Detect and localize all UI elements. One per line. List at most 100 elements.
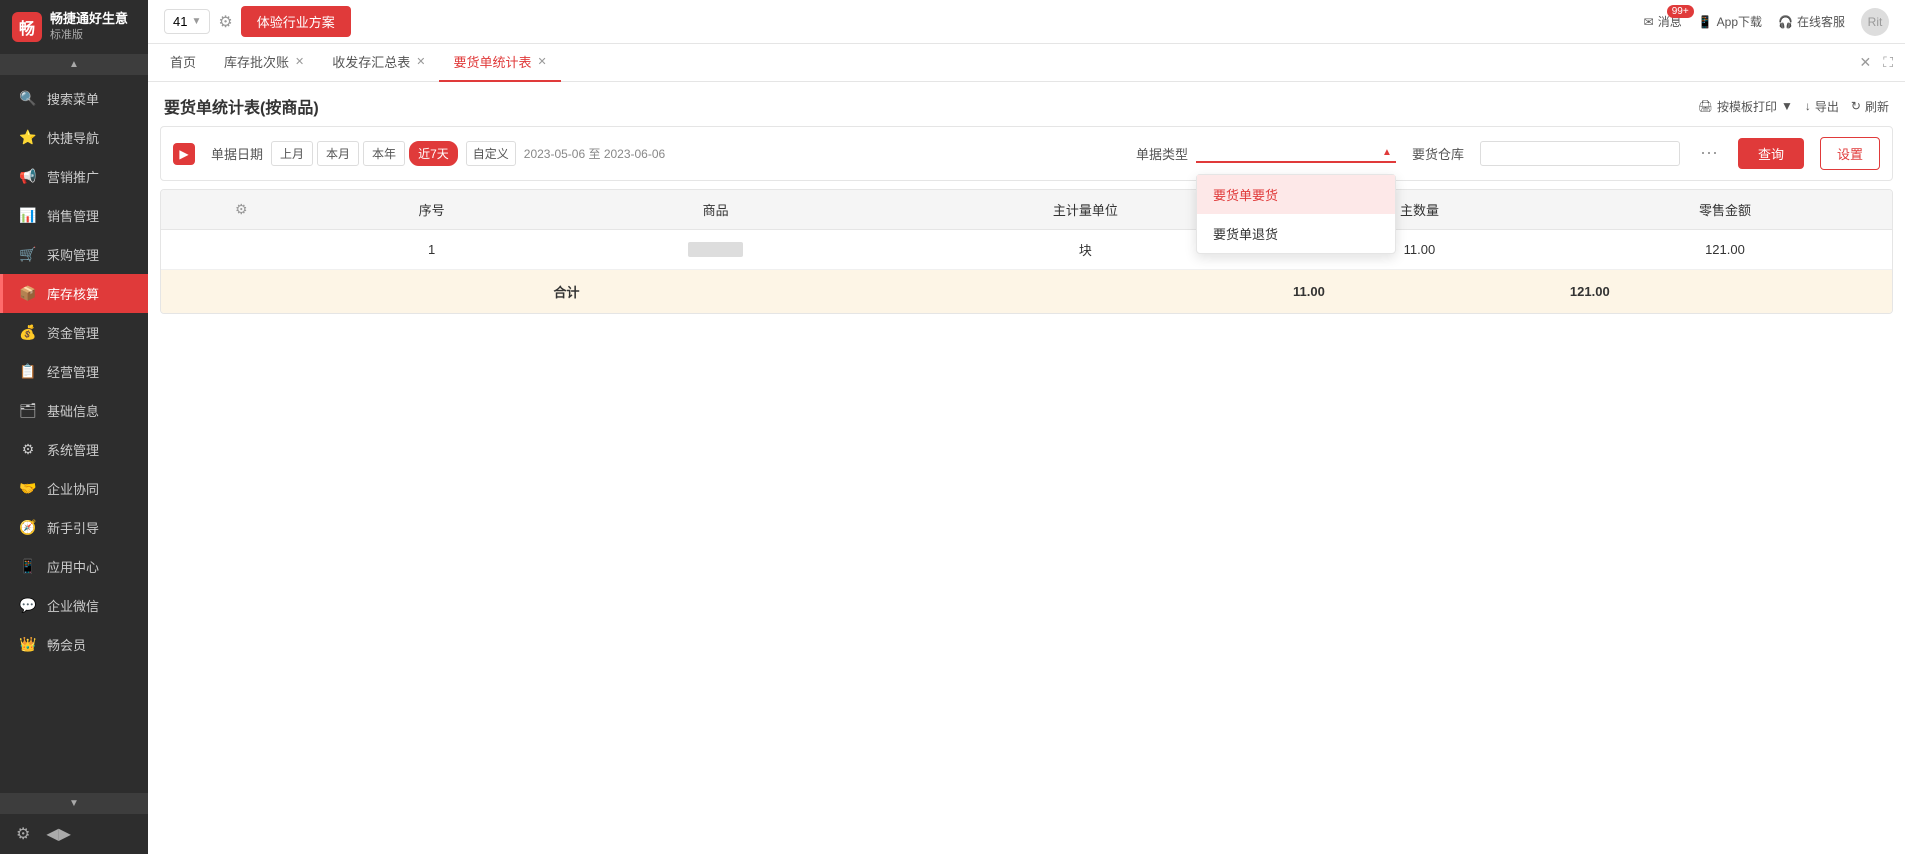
tab-close-inventory-batch[interactable]: ✕ <box>295 55 304 68</box>
nav-label-enterprise: 企业协同 <box>47 479 99 498</box>
nav-icon-shortcuts: ⭐ <box>19 129 37 146</box>
type-dropdown: 要货单要货要货单退货 <box>1196 174 1396 254</box>
sidebar-item-system[interactable]: ⚙系统管理 <box>0 430 148 469</box>
filter-toggle-btn[interactable]: ▶ <box>173 143 195 165</box>
type-select[interactable]: ▲ <box>1196 144 1396 163</box>
sidebar-item-inventory[interactable]: 📦 库存核算 <box>0 274 148 313</box>
tabbar-controls: ✕⛶ <box>1855 50 1897 75</box>
page-actions: 🖨 按模板打印 ▼ ↓ 导出 ↻ 刷新 <box>1698 98 1889 115</box>
sidebar-item-operations[interactable]: 📋 经营管理 <box>0 352 148 391</box>
sidebar: 畅 畅捷通好生意 标准版 ▲ 🔍 搜索菜单 ⭐ 快捷导航 📢 营销推广 📊销售管理🛒采购管理… <box>0 0 148 854</box>
tabbar-expand[interactable]: ⛶ <box>1879 50 1897 75</box>
export-btn[interactable]: ↓ 导出 <box>1805 98 1839 115</box>
nav-icon-inventory: 📦 <box>19 285 37 302</box>
period-buttons: 上月本月本年近7天 <box>271 141 458 166</box>
industry-btn[interactable]: 体验行业方案 <box>241 6 351 37</box>
tab-label-inventory-batch: 库存批次账 <box>224 52 289 71</box>
cell-settings <box>161 230 322 270</box>
settings-icon[interactable]: ⚙ <box>16 824 30 844</box>
type-label: 单据类型 <box>1136 144 1188 163</box>
sidebar-item-finance[interactable]: 💰资金管理 <box>0 313 148 352</box>
app-title: 畅捷通好生意 标准版 <box>50 10 128 44</box>
sidebar-item-basic[interactable]: 🗂基础信息 <box>0 391 148 430</box>
warehouse-input[interactable] <box>1480 141 1680 166</box>
sidebar-item-enterprise[interactable]: 🤝 企业协同 <box>0 469 148 508</box>
sidebar-scroll-up[interactable]: ▲ <box>0 55 148 75</box>
sidebar-item-vip[interactable]: 👑畅会员 <box>0 625 148 664</box>
nav-label-vip: 畅会员 <box>47 635 86 654</box>
tab-label-order-summary: 要货单统计表 <box>453 52 531 71</box>
topbar-gear-icon[interactable]: ⚙ <box>218 12 232 32</box>
sidebar-scroll-down[interactable]: ▼ <box>0 793 148 813</box>
message-icon: ✉ <box>1644 15 1654 29</box>
nav-icon-marketing: 📢 <box>19 168 37 185</box>
refresh-btn[interactable]: ↻ 刷新 <box>1851 98 1889 115</box>
nav-label-shortcuts: 快捷导航 <box>47 128 99 147</box>
period-btn-last-month[interactable]: 上月 <box>271 141 313 166</box>
collapse-icon[interactable]: ◀▶ <box>46 824 71 844</box>
period-btn-last-7days[interactable]: 近7天 <box>409 141 458 166</box>
tab-order-summary[interactable]: 要货单统计表 ✕ <box>439 44 560 82</box>
nav-label-inventory: 库存核算 <box>47 284 99 303</box>
tabbar-close-all[interactable]: ✕ <box>1855 50 1875 75</box>
nav-label-search: 搜索菜单 <box>47 89 99 108</box>
period-btn-this-month[interactable]: 本月 <box>317 141 359 166</box>
page-header: 要货单统计表(按商品) 🖨 按模板打印 ▼ ↓ 导出 ↻ 刷新 <box>148 82 1905 126</box>
print-btn[interactable]: 🖨 按模板打印 ▼ <box>1698 98 1793 115</box>
nav-icon-basic: 🗂 <box>19 402 37 419</box>
footer-row: 合计 11.00 121.00 <box>161 270 1892 314</box>
sidebar-item-sales[interactable]: 📊销售管理 <box>0 196 148 235</box>
sidebar-item-purchase[interactable]: 🛒采购管理 <box>0 235 148 274</box>
header-row: ⚙ 序号 商品 主计量单位 主数量 零售金额 <box>161 190 1892 230</box>
nav-icon-operations: 📋 <box>19 363 37 380</box>
company-selector[interactable]: 41 ▼ <box>164 9 210 34</box>
sidebar-item-shortcuts[interactable]: ⭐ 快捷导航 <box>0 118 148 157</box>
nav-label-finance: 资金管理 <box>47 323 99 342</box>
avatar[interactable]: Rit <box>1861 8 1889 36</box>
filter-row: 单据日期 上月本月本年近7天 自定义 2023-05-06 至 2023-06-… <box>211 141 1120 166</box>
table-body: 1 ██████ 块 11.00 121.00 <box>161 230 1892 270</box>
nav-icon-search: 🔍 <box>19 90 37 107</box>
footer-empty2 <box>890 270 1281 314</box>
custom-date-btn[interactable]: 自定义 <box>466 141 516 166</box>
online-service-btn[interactable]: 🎧 在线客服 <box>1778 13 1845 30</box>
messages-btn[interactable]: ✉ 消息 99+ <box>1644 13 1682 30</box>
nav-icon-enterprise: 🤝 <box>19 480 37 497</box>
warehouse-label: 要货仓库 <box>1412 144 1464 163</box>
dropdown-item-order-return[interactable]: 要货单退货 <box>1197 214 1395 253</box>
tabbar: 首页库存批次账✕收发存汇总表✕要货单统计表✕✕⛶ <box>148 44 1905 82</box>
print-icon: 🖨 <box>1698 99 1713 113</box>
col-no: 序号 <box>322 190 542 230</box>
col-settings[interactable]: ⚙ <box>161 190 322 230</box>
tab-inventory-batch[interactable]: 库存批次账 ✕ <box>210 44 318 82</box>
sidebar-item-marketing[interactable]: 📢 营销推广 <box>0 157 148 196</box>
sidebar-item-search[interactable]: 🔍 搜索菜单 <box>0 79 148 118</box>
nav-icon-system: ⚙ <box>19 441 37 458</box>
dropdown-item-order-goods[interactable]: 要货单要货 <box>1197 175 1395 214</box>
print-arrow-icon: ▼ <box>1781 99 1793 113</box>
export-icon: ↓ <box>1805 99 1811 113</box>
refresh-icon: ↻ <box>1851 99 1861 113</box>
settings-icon[interactable]: ⚙ <box>235 201 248 217</box>
sidebar-item-wechat[interactable]: 💬企业微信 <box>0 586 148 625</box>
filter-settings-btn[interactable]: 设置 <box>1820 137 1880 170</box>
sidebar-item-guide[interactable]: 🧭 新手引导 <box>0 508 148 547</box>
tab-receive-summary[interactable]: 收发存汇总表✕ <box>318 44 439 82</box>
tab-close-order-summary[interactable]: ✕ <box>538 55 547 68</box>
nav-icon-guide: 🧭 <box>19 519 37 536</box>
tab-home[interactable]: 首页 <box>156 44 210 82</box>
col-goods: 商品 <box>541 190 889 230</box>
tab-close-receive-summary[interactable]: ✕ <box>416 55 425 68</box>
footer-amount: 121.00 <box>1558 270 1892 314</box>
more-filter-btn[interactable]: ⋯ <box>1696 143 1722 164</box>
query-btn[interactable]: 查询 <box>1738 138 1804 169</box>
topbar: 41 ▼ ⚙ 体验行业方案 ✉ 消息 99+ 📱 App下载 🎧 在线客服 Ri… <box>148 0 1905 44</box>
nav-label-wechat: 企业微信 <box>47 596 99 615</box>
period-btn-this-year[interactable]: 本年 <box>363 141 405 166</box>
app-download-btn[interactable]: 📱 App下载 <box>1698 13 1762 30</box>
nav-label-operations: 经营管理 <box>47 362 99 381</box>
sidebar-header: 畅 畅捷通好生意 标准版 <box>0 0 148 55</box>
nav-label-guide: 新手引导 <box>47 518 99 537</box>
sidebar-item-app-center[interactable]: 📱应用中心 <box>0 547 148 586</box>
nav-label-marketing: 营销推广 <box>47 167 99 186</box>
